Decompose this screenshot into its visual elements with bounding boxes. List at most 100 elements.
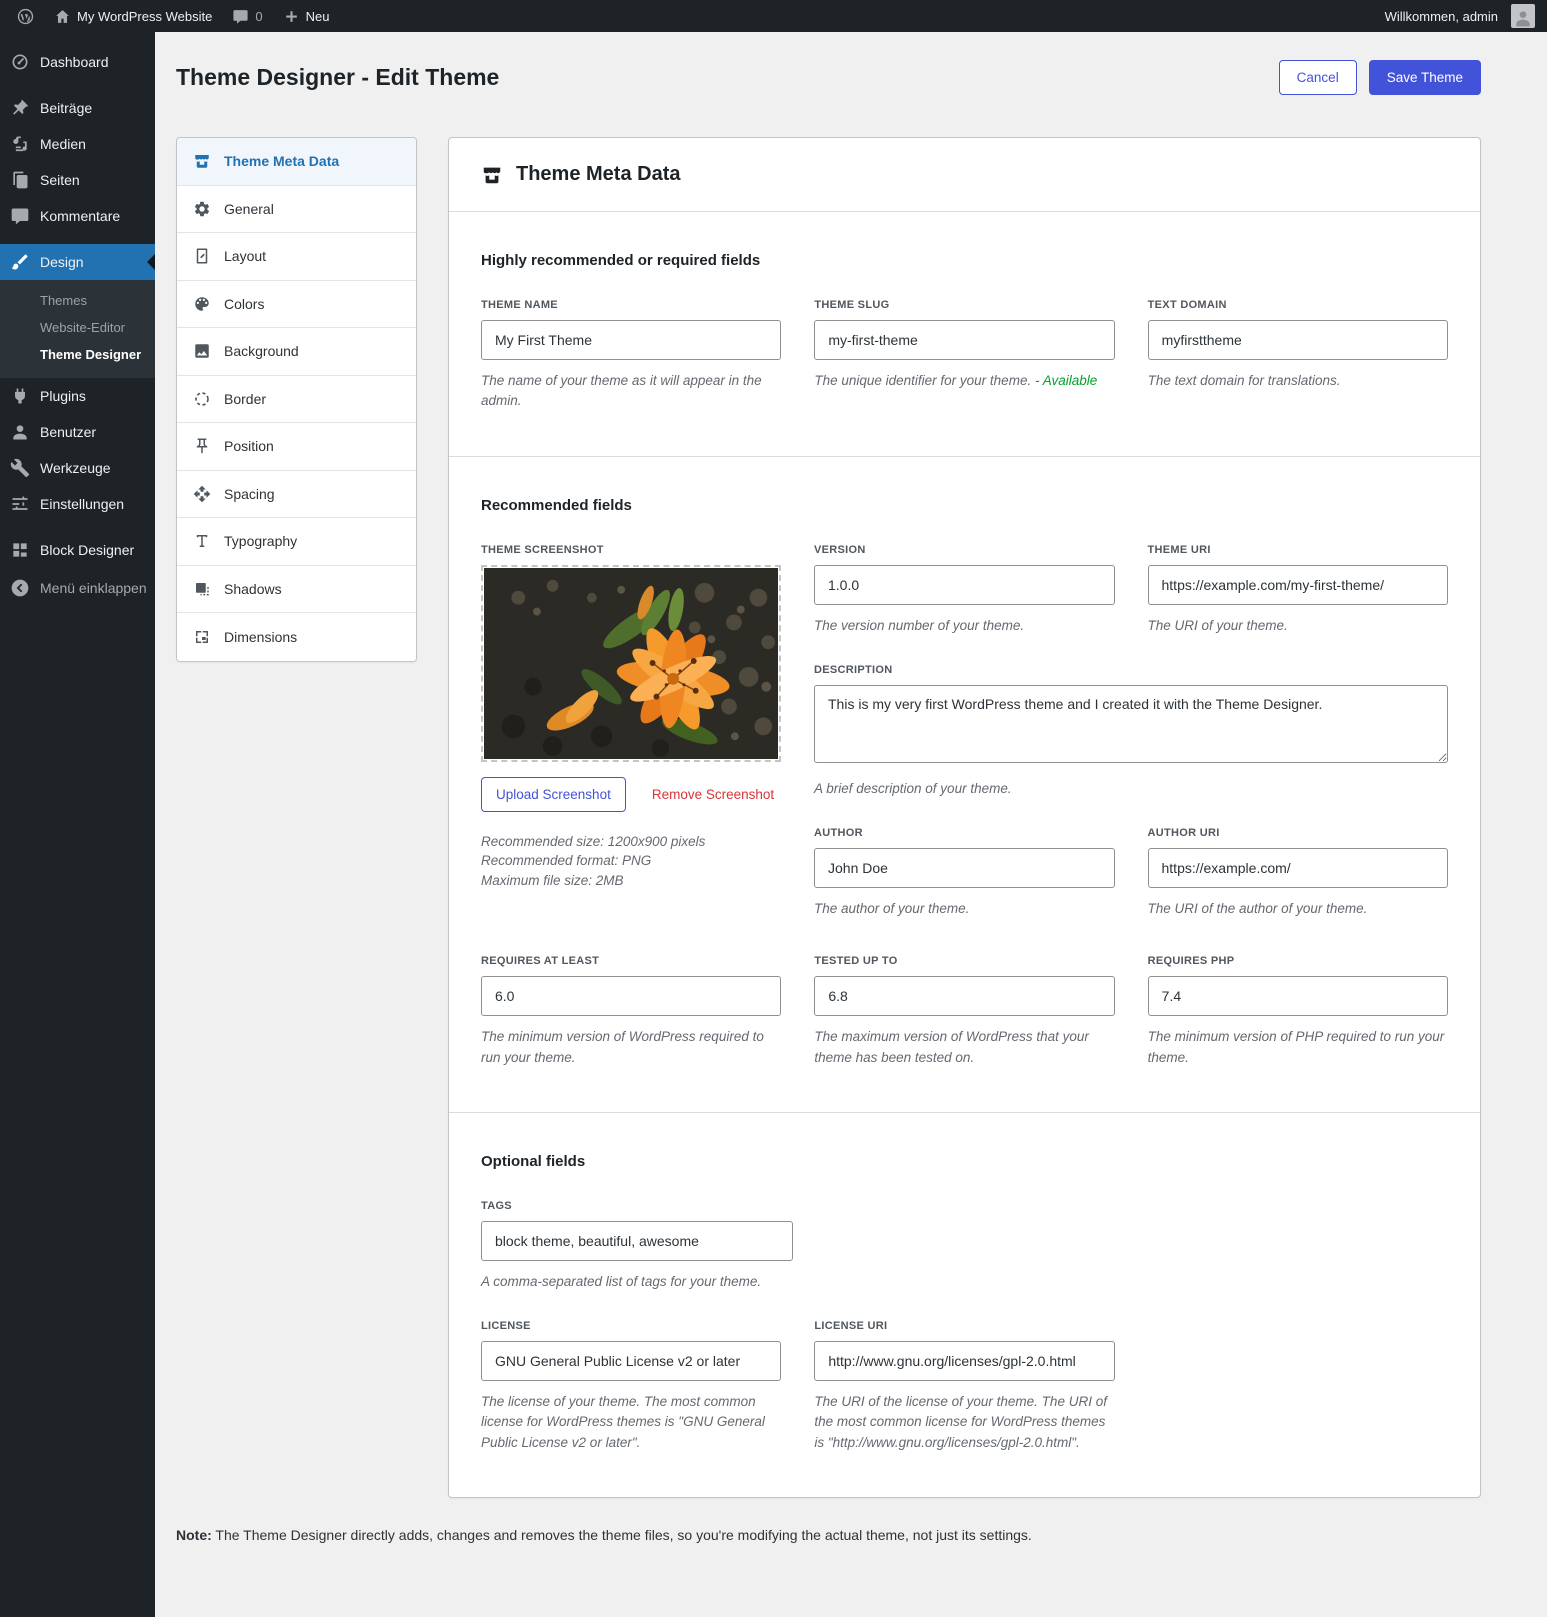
image-icon — [195, 344, 209, 358]
sidebar-item-seiten[interactable]: Seiten — [0, 162, 155, 198]
author-input[interactable] — [814, 848, 1115, 888]
subnav-item-dimensions[interactable]: Dimensions — [177, 613, 416, 661]
theme-slug-label: THEME SLUG — [814, 299, 890, 311]
comments-shortcut[interactable]: 0 — [225, 0, 269, 32]
license-input[interactable] — [481, 1341, 782, 1381]
slug-availability-status: - Available — [1034, 373, 1098, 388]
author-label: AUTHOR — [814, 827, 863, 839]
footer-note: Note: The Theme Designer directly adds, … — [176, 1527, 1481, 1563]
subnav-label: Colors — [224, 295, 265, 312]
theme-uri-input[interactable] — [1147, 564, 1448, 605]
submenu-item-theme-designer[interactable]: Theme Designer — [0, 341, 155, 368]
sidebar-item-medien[interactable]: Medien — [0, 126, 155, 162]
design-submenu: Themes Website-Editor Theme Designer — [0, 280, 155, 378]
license-uri-input[interactable] — [814, 1341, 1115, 1381]
welcome-text[interactable]: Willkommen, admin — [1385, 9, 1498, 24]
theme-uri-help: The URI of your theme. — [1147, 617, 1288, 633]
upload-screenshot-button[interactable]: Upload Screenshot — [481, 776, 626, 812]
sidebar-item-design[interactable]: Design — [0, 244, 155, 280]
theme-slug-input[interactable] — [814, 320, 1115, 360]
theme-slug-help-text: The unique identifier for your theme. — [814, 373, 1032, 388]
comment-icon — [11, 208, 29, 225]
requires-php-label: REQUIRES PHP — [1147, 955, 1235, 968]
subnav-item-shadows[interactable]: Shadows — [177, 565, 416, 613]
subnav-item-general[interactable]: General — [177, 185, 416, 233]
avatar[interactable] — [1511, 4, 1535, 28]
subnav-item-theme-meta-data[interactable]: Theme Meta Data — [177, 138, 416, 186]
site-link[interactable]: My WordPress Website — [47, 0, 219, 32]
subnav-item-border[interactable]: Border — [177, 375, 416, 423]
submenu-item-themes[interactable]: Themes — [0, 287, 155, 314]
subnav-label: Layout — [224, 248, 267, 265]
save-theme-button[interactable]: Save Theme — [1368, 60, 1481, 95]
section-optional-fields: Optional fields TAGS A comma-separated l… — [449, 1111, 1480, 1497]
wordpress-logo-icon[interactable] — [10, 0, 41, 32]
new-content-menu[interactable]: Neu — [276, 0, 337, 32]
subnav-label: Theme Meta Data — [224, 153, 340, 170]
subnav-item-typography[interactable]: Typography — [177, 518, 416, 566]
user-icon — [13, 425, 27, 440]
cancel-button[interactable]: Cancel — [1278, 60, 1357, 95]
version-help: The version number of your theme. — [814, 617, 1025, 633]
blocks-icon — [13, 543, 27, 557]
sidebar-item-werkzeuge[interactable]: Werkzeuge — [0, 450, 155, 486]
description-textarea[interactable]: This is my very first WordPress theme an… — [814, 684, 1448, 763]
submenu-item-website-editor[interactable]: Website-Editor — [0, 314, 155, 341]
shadow-icon — [196, 582, 209, 596]
sidebar-item-plugins[interactable]: Plugins — [0, 378, 155, 414]
section-heading: Highly recommended or required fields — [481, 252, 761, 269]
section-heading: Optional fields — [481, 1152, 586, 1170]
remove-screenshot-link[interactable]: Remove Screenshot — [652, 787, 774, 802]
subnav-label: Dimensions — [224, 628, 298, 645]
screenshot-help-line: Recommended format: PNG — [481, 853, 652, 869]
sidebar-label: Beiträge — [40, 100, 93, 116]
description-help: A brief description of your theme. — [814, 780, 1012, 796]
subnav-item-background[interactable]: Background — [177, 328, 416, 376]
theme-screenshot-image — [481, 564, 781, 762]
dashboard-icon — [12, 54, 28, 70]
subnav-item-spacing[interactable]: Spacing — [177, 470, 416, 518]
text-domain-label: TEXT DOMAIN — [1147, 299, 1227, 311]
user-silhouette-icon — [1516, 11, 1530, 27]
field-text-domain: TEXT DOMAIN The text domain for translat… — [1147, 299, 1448, 412]
sidebar-item-dashboard[interactable]: Dashboard — [0, 44, 155, 80]
sidebar-item-benutzer[interactable]: Benutzer — [0, 414, 155, 450]
sidebar-item-block-designer[interactable]: Block Designer — [0, 532, 155, 568]
designer-subnav: Theme Meta Data General Layout Colors Ba… — [176, 137, 417, 662]
tested-up-to-help: The maximum version of WordPress that yo… — [814, 1029, 1089, 1065]
theme-meta-data-panel: Theme Meta Data Highly recommended or re… — [448, 137, 1481, 1498]
requires-at-least-input[interactable] — [481, 976, 782, 1017]
field-author: AUTHOR The author of your theme. — [814, 827, 1115, 919]
field-theme-name: THEME NAME The name of your theme as it … — [481, 299, 782, 412]
subnav-label: Border — [224, 390, 267, 407]
license-label: LICENSE — [481, 1320, 531, 1332]
sidebar-item-beitraege[interactable]: Beiträge — [0, 90, 155, 126]
field-requires-at-least: REQUIRES AT LEAST The minimum version of… — [481, 955, 782, 1068]
text-domain-input[interactable] — [1147, 320, 1448, 360]
screenshot-help-line: Maximum file size: 2MB — [481, 872, 624, 888]
subnav-item-position[interactable]: Position — [177, 423, 416, 471]
comment-icon — [233, 9, 248, 24]
tags-input[interactable] — [481, 1220, 793, 1261]
sidebar-collapse-menu[interactable]: Menü einklappen — [0, 570, 155, 606]
subnav-item-layout[interactable]: Layout — [177, 233, 416, 281]
sidebar-item-kommentare[interactable]: Kommentare — [0, 198, 155, 234]
author-uri-input[interactable] — [1147, 848, 1448, 888]
subnav-item-colors[interactable]: Colors — [177, 280, 416, 328]
theme-name-help: The name of your theme as it will appear… — [481, 373, 762, 409]
collapse-arrow-icon — [11, 579, 29, 597]
sidebar-item-einstellungen[interactable]: Einstellungen — [0, 486, 155, 522]
theme-name-input[interactable] — [481, 320, 782, 360]
field-theme-slug: THEME SLUG The unique identifier for you… — [814, 299, 1115, 412]
dashed-border-icon — [195, 391, 209, 406]
sidebar-label: Block Designer — [40, 542, 135, 558]
sidebar-label: Menü einklappen — [40, 580, 147, 596]
theme-name-label: THEME NAME — [481, 299, 558, 311]
page-title: Theme Designer - Edit Theme — [176, 64, 500, 90]
requires-php-input[interactable] — [1147, 976, 1448, 1017]
version-input[interactable] — [814, 564, 1115, 605]
subnav-label: Typography — [224, 533, 298, 550]
pages-icon — [13, 171, 28, 189]
field-description: DESCRIPTION This is my very first WordPr… — [814, 664, 1448, 799]
tested-up-to-input[interactable] — [814, 976, 1115, 1017]
